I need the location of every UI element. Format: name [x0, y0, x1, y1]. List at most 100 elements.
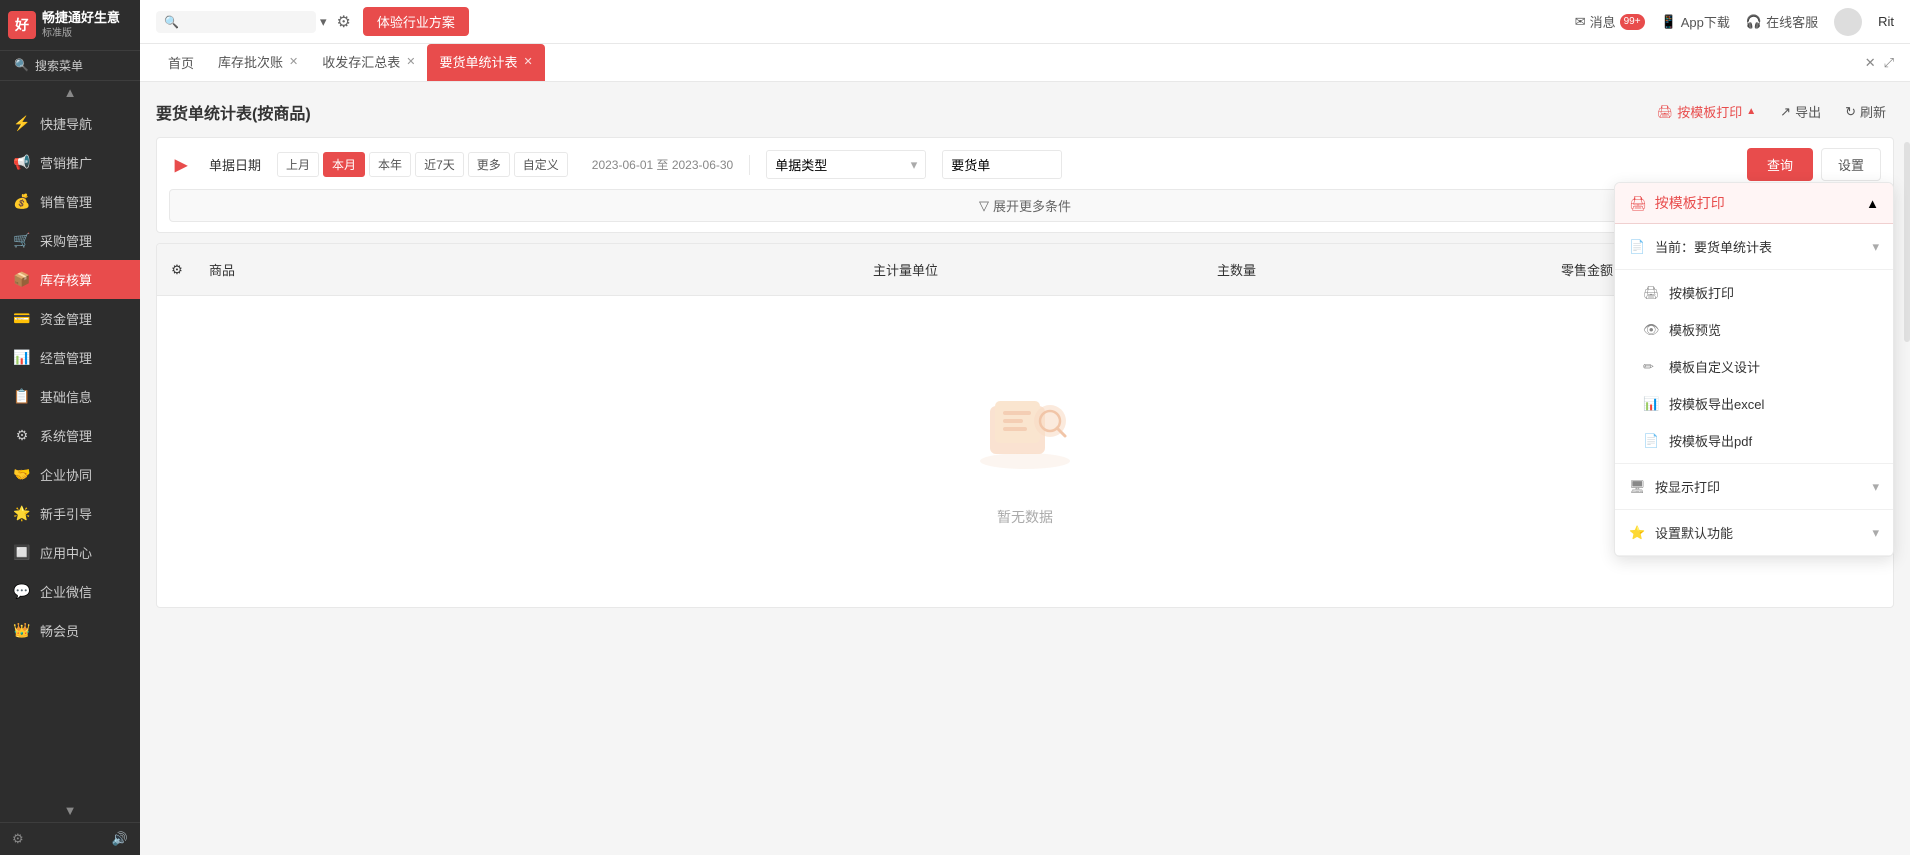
- settings-icon[interactable]: ⚙: [12, 831, 24, 847]
- template-print-item-label: 按模板打印: [1669, 283, 1734, 302]
- sidebar-item-guide[interactable]: 🌟 新手引导: [0, 494, 140, 533]
- dropdown-template-preview[interactable]: 👁 模板预览: [1615, 311, 1893, 348]
- query-button[interactable]: 查询: [1747, 148, 1813, 181]
- chevron-down-icon: ▾: [1872, 525, 1879, 541]
- dropdown-export-pdf[interactable]: 📄 按模板导出pdf: [1615, 422, 1893, 459]
- tab-home[interactable]: 首页: [156, 45, 206, 80]
- order-type-label: 单据类型: [775, 155, 827, 174]
- goods-filter[interactable]: 要货单: [942, 150, 1062, 179]
- refresh-button[interactable]: ↻ 刷新: [1837, 98, 1894, 125]
- dropdown-title: 按模板打印: [1655, 193, 1725, 213]
- topbar-gear-icon[interactable]: ⚙: [337, 12, 351, 32]
- template-print-button[interactable]: 🖨 按模板打印 ▲: [1649, 98, 1764, 125]
- settings-button[interactable]: 设置: [1821, 148, 1881, 181]
- sidebar-item-marketing[interactable]: 📢 营销推广: [0, 143, 140, 182]
- chevron-down-icon: ▾: [1872, 479, 1879, 495]
- date-btn-this-month[interactable]: 本月: [323, 152, 365, 177]
- purchase-icon: 🛒: [12, 232, 32, 249]
- tabs-bar: 首页 库存批次账 ✕ 收发存汇总表 ✕ 要货单统计表 ✕ ✕ ⤢: [140, 44, 1910, 82]
- template-print-dropdown: 🖨 按模板打印 ▲ 📄 当前：要货单统计表 ▾ 🖨 按模板打印: [1614, 182, 1894, 557]
- date-btn-7-days[interactable]: 近7天: [415, 152, 464, 177]
- sidebar-item-finance[interactable]: 💳 资金管理: [0, 299, 140, 338]
- sidebar-item-sales[interactable]: 💰 销售管理: [0, 182, 140, 221]
- topbar-chevron-icon[interactable]: ▾: [320, 14, 327, 30]
- col-settings[interactable]: ⚙: [157, 254, 197, 286]
- scroll-down-btn[interactable]: ▼: [0, 799, 140, 822]
- topbar-search[interactable]: 🔍: [156, 11, 316, 33]
- sidebar-item-member[interactable]: 👑 畅会员: [0, 611, 140, 650]
- cooperation-icon: 🤝: [12, 466, 32, 483]
- sidebar-item-purchase[interactable]: 🛒 采购管理: [0, 221, 140, 260]
- filter-collapse-btn[interactable]: ▶: [169, 153, 193, 177]
- sidebar-item-cooperation[interactable]: 🤝 企业协同: [0, 455, 140, 494]
- messages-item[interactable]: ✉ 消息 99+: [1575, 12, 1645, 31]
- guide-icon: 🌟: [12, 505, 32, 522]
- tab-order-stat[interactable]: 要货单统计表 ✕: [427, 44, 544, 81]
- date-btn-custom[interactable]: 自定义: [514, 152, 568, 177]
- online-service-item[interactable]: 🎧 在线客服: [1746, 12, 1818, 31]
- tab-close-icon[interactable]: ✕: [406, 55, 415, 68]
- tab-expand-icon[interactable]: ⤢: [1884, 55, 1894, 71]
- dropdown-header[interactable]: 🖨 按模板打印 ▲: [1615, 183, 1893, 224]
- main-area: 🔍 ▾ ⚙ 体验行业方案 ✉ 消息 99+ 📱 App下载 🎧 在线客服 Rit…: [140, 0, 1910, 855]
- sidebar-item-basic[interactable]: 📋 基础信息: [0, 377, 140, 416]
- scroll-up-btn[interactable]: ▲: [0, 81, 140, 104]
- sidebar-item-quick-nav[interactable]: ⚡ 快捷导航: [0, 104, 140, 143]
- current-template-item[interactable]: 📄 当前：要货单统计表 ▾: [1615, 228, 1893, 265]
- date-btn-this-year[interactable]: 本年: [369, 152, 411, 177]
- user-avatar[interactable]: [1834, 8, 1862, 36]
- tab-close-all-icon[interactable]: ✕: [1865, 55, 1876, 71]
- app-download-icon: 📱: [1661, 14, 1677, 30]
- date-label: 单据日期: [209, 155, 261, 174]
- online-service-label: 在线客服: [1766, 12, 1818, 31]
- member-icon: 👑: [12, 622, 32, 639]
- expand-icon: ▽: [979, 198, 989, 214]
- quick-nav-icon: ⚡: [12, 115, 32, 132]
- chevron-up-icon: ▲: [1746, 106, 1756, 117]
- sidebar-item-inventory[interactable]: 📦 库存核算: [0, 260, 140, 299]
- export-button[interactable]: ↗ 导出: [1772, 98, 1829, 125]
- current-template-left: 📄 当前：要货单统计表: [1629, 237, 1772, 256]
- sidebar-item-label: 企业微信: [40, 582, 92, 601]
- dropdown-export-excel[interactable]: 📊 按模板导出excel: [1615, 385, 1893, 422]
- sidebar-item-operation[interactable]: 📊 经营管理: [0, 338, 140, 377]
- sidebar-item-wechat[interactable]: 💬 企业微信: [0, 572, 140, 611]
- order-type-select[interactable]: 单据类型 ▾: [766, 150, 926, 179]
- tab-receipt-summary[interactable]: 收发存汇总表 ✕: [310, 44, 427, 81]
- tab-label: 收发存汇总表: [322, 52, 400, 71]
- set-default-left: ⭐ 设置默认功能: [1629, 523, 1733, 542]
- page-title: 要货单统计表(按商品): [156, 100, 311, 124]
- set-default-item[interactable]: ⭐ 设置默认功能 ▾: [1615, 514, 1893, 551]
- display-print-item[interactable]: 🖥 按显示打印 ▾: [1615, 468, 1893, 505]
- sidebar-item-system[interactable]: ⚙ 系统管理: [0, 416, 140, 455]
- filter-row: ▶ 单据日期 上月 本月 本年 近7天 更多 自定义 2023-06-01 至 …: [169, 148, 1881, 181]
- template-print-label: 按模板打印: [1677, 102, 1742, 121]
- dropdown-template-print[interactable]: 🖨 按模板打印: [1615, 274, 1893, 311]
- sidebar-item-label: 应用中心: [40, 543, 92, 562]
- tab-close-icon[interactable]: ✕: [289, 55, 298, 68]
- tab-close-icon[interactable]: ✕: [524, 55, 533, 68]
- display-print-left: 🖥 按显示打印: [1629, 477, 1720, 496]
- dropdown-template-custom-design[interactable]: ✏ 模板自定义设计: [1615, 348, 1893, 385]
- default-icon: ⭐: [1629, 525, 1645, 541]
- col-unit: 主计量单位: [861, 252, 1205, 287]
- marketing-icon: 📢: [12, 154, 32, 171]
- scrollbar[interactable]: [1904, 142, 1910, 342]
- dropdown-close-icon[interactable]: ▲: [1866, 196, 1879, 211]
- wechat-icon: 💬: [12, 583, 32, 600]
- date-btn-more[interactable]: 更多: [468, 152, 510, 177]
- tab-label: 要货单统计表: [439, 52, 517, 71]
- sidebar-item-app-center[interactable]: 🔲 应用中心: [0, 533, 140, 572]
- audio-icon[interactable]: 🔊: [112, 831, 128, 847]
- trial-button[interactable]: 体验行业方案: [363, 7, 469, 36]
- sidebar-search-item[interactable]: 🔍 搜索菜单: [0, 51, 140, 81]
- dropdown-section-actions: 🖨 按模板打印 👁 模板预览 ✏ 模板自定义设计 📊 按模板导出excel 📄: [1615, 270, 1893, 464]
- headset-icon: 🎧: [1746, 14, 1762, 30]
- tab-batch-account[interactable]: 库存批次账 ✕: [206, 44, 310, 81]
- date-btn-last-month[interactable]: 上月: [277, 152, 319, 177]
- message-icon: ✉: [1575, 14, 1586, 30]
- user-name: Rit: [1878, 14, 1894, 29]
- date-range: 2023-06-01 至 2023-06-30: [592, 156, 733, 173]
- search-label: 搜索菜单: [35, 57, 83, 74]
- app-download-item[interactable]: 📱 App下载: [1661, 12, 1730, 31]
